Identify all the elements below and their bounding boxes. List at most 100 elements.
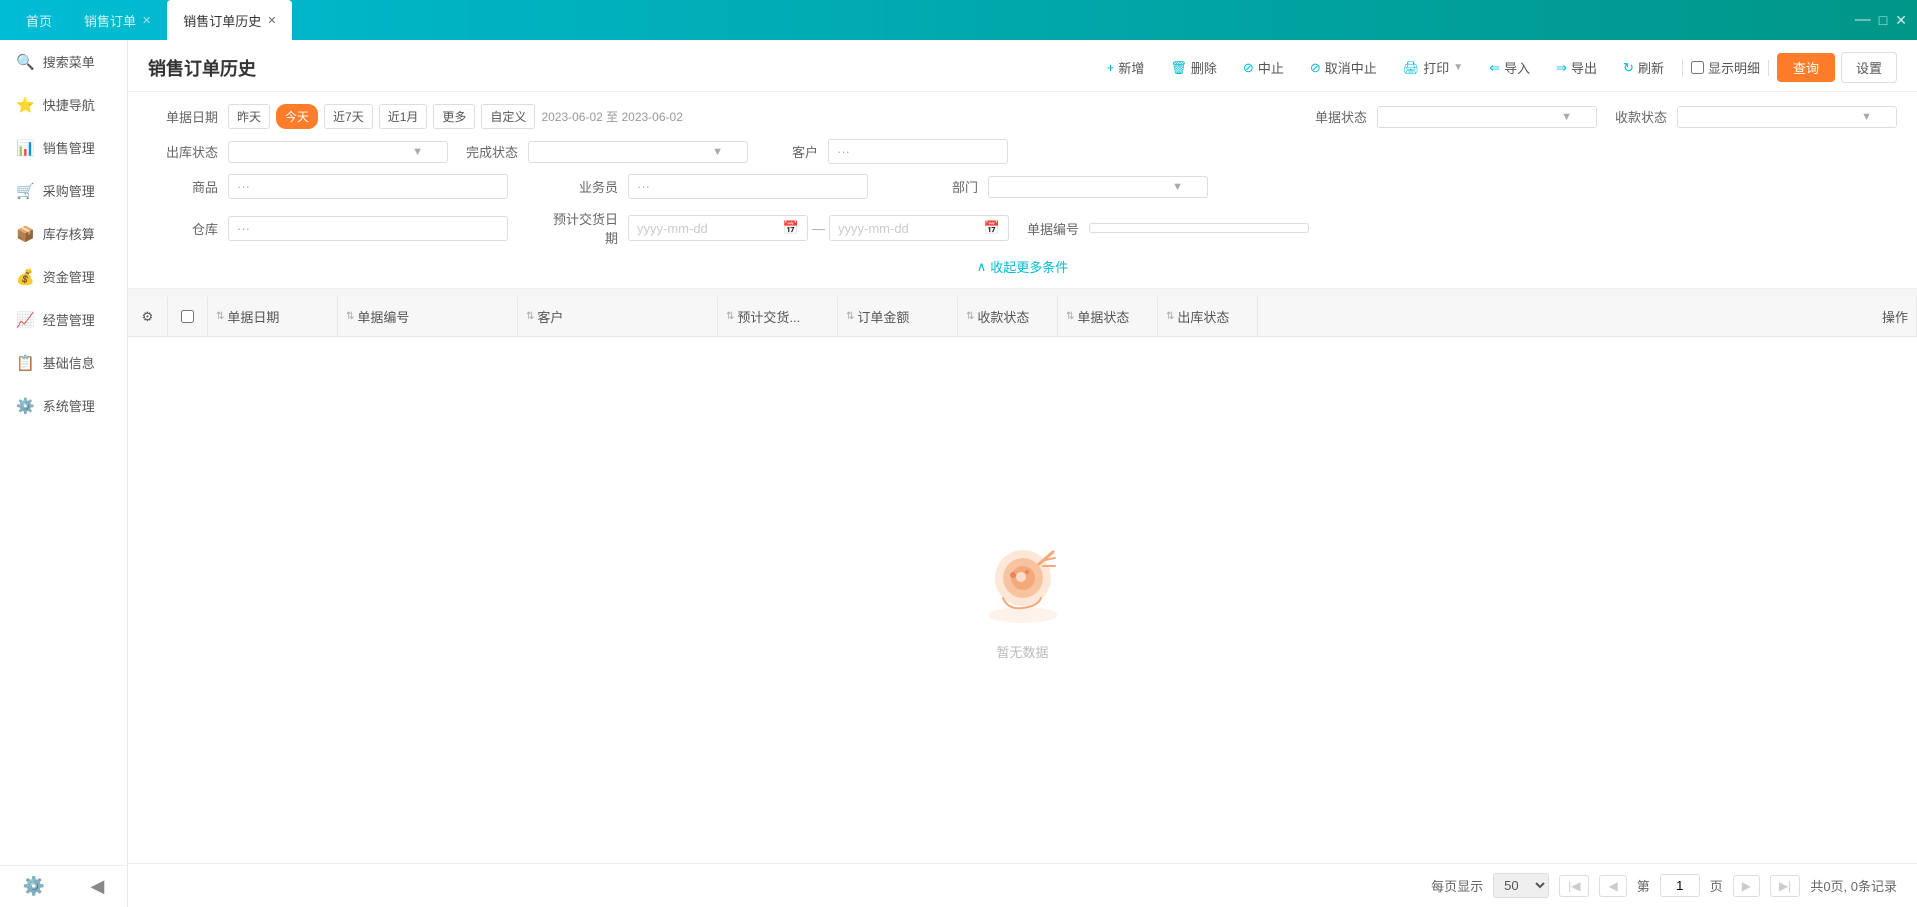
date-1month-btn[interactable]: 近1月 bbox=[379, 104, 428, 129]
calendar-start-icon[interactable]: 📅 bbox=[783, 220, 799, 236]
tab-sales-order-close[interactable]: ✕ bbox=[142, 14, 151, 27]
cancel-stop-icon: ⊘ bbox=[1310, 60, 1321, 76]
window-minimize-icon[interactable]: — bbox=[1855, 11, 1871, 29]
export-button[interactable]: ⇒ 导出 bbox=[1546, 53, 1607, 82]
th-amount[interactable]: ⇅ 订单金额 bbox=[838, 297, 958, 336]
tab-sales-order-history-close[interactable]: ✕ bbox=[267, 14, 276, 27]
per-page-select[interactable]: 50 100 200 bbox=[1493, 873, 1549, 898]
filter-row-2: 出库状态 ▼ 完成状态 ▼ 客户 ··· bbox=[148, 139, 1897, 164]
prev-page-button[interactable]: ◀ bbox=[1599, 875, 1626, 897]
top-bar-right: — □ ✕ bbox=[1855, 11, 1907, 29]
complete-label: 完成状态 bbox=[448, 142, 528, 161]
window-maximize-icon[interactable]: □ bbox=[1879, 12, 1887, 28]
complete-select[interactable]: ▼ bbox=[528, 141, 748, 163]
bill-status-control[interactable]: ▼ bbox=[1377, 106, 1597, 128]
empty-text: 暂无数据 bbox=[996, 642, 1048, 661]
first-page-button[interactable]: |◀ bbox=[1559, 875, 1589, 897]
sidebar-item-quick-nav-label: 快捷导航 bbox=[43, 95, 95, 114]
sort-icon-2: ⇅ bbox=[346, 311, 354, 322]
payment-status-select[interactable]: ▼ bbox=[1677, 106, 1897, 128]
tab-home-label: 首页 bbox=[26, 11, 52, 30]
window-close-icon[interactable]: ✕ bbox=[1895, 12, 1907, 29]
th-payment[interactable]: ⇅ 收款状态 bbox=[958, 297, 1058, 336]
cancel-stop-button[interactable]: ⊘ 取消中止 bbox=[1300, 53, 1387, 82]
stop-button[interactable]: ⊘ 中止 bbox=[1233, 53, 1294, 82]
bill-number-input[interactable] bbox=[1089, 223, 1309, 233]
top-bar: 首页 销售订单 ✕ 销售订单历史 ✕ — □ ✕ bbox=[0, 0, 1917, 40]
sort-icon-5: ⇅ bbox=[846, 311, 854, 322]
calendar-end-icon[interactable]: 📅 bbox=[984, 220, 1000, 236]
date-7days-btn[interactable]: 近7天 bbox=[324, 104, 373, 129]
import-button[interactable]: ⇐ 导入 bbox=[1479, 53, 1540, 82]
settings-bottom-icon[interactable]: ⚙️ bbox=[23, 876, 45, 897]
next-page-button[interactable]: ▶ bbox=[1733, 875, 1760, 897]
sidebar-item-purchase[interactable]: 🛒 采购管理 bbox=[0, 169, 127, 212]
date-more-btn[interactable]: 更多 bbox=[433, 104, 475, 129]
th-checkbox[interactable] bbox=[168, 297, 208, 336]
th-status-label: 单据状态 bbox=[1077, 307, 1129, 326]
cancel-stop-label: 取消中止 bbox=[1325, 58, 1377, 77]
main-layout: 🔍 搜索菜单 ⭐ 快捷导航 📊 销售管理 🛒 采购管理 📦 库存核算 💰 资金管… bbox=[0, 40, 1917, 907]
select-all-checkbox[interactable] bbox=[181, 310, 194, 323]
tab-home[interactable]: 首页 bbox=[10, 0, 68, 40]
th-number[interactable]: ⇅ 单据编号 bbox=[338, 297, 518, 336]
page-number-input[interactable] bbox=[1660, 874, 1700, 897]
th-settings[interactable]: ⚙ bbox=[128, 297, 168, 336]
salesperson-input[interactable]: ··· bbox=[628, 174, 868, 199]
stop-label: 中止 bbox=[1258, 58, 1284, 77]
customer-input[interactable]: ··· bbox=[828, 139, 1008, 164]
new-button[interactable]: + 新增 bbox=[1097, 53, 1155, 82]
date-filter-control: 昨天 今天 近7天 近1月 更多 自定义 2023-06-02 至 2023-0… bbox=[228, 104, 1297, 129]
delivery-end-input[interactable]: yyyy-mm-dd 📅 bbox=[829, 215, 1009, 241]
bill-status-select[interactable]: ▼ bbox=[1377, 106, 1597, 128]
th-date[interactable]: ⇅ 单据日期 bbox=[208, 297, 338, 336]
date-custom-btn[interactable]: 自定义 bbox=[481, 104, 535, 129]
th-customer[interactable]: ⇅ 客户 bbox=[518, 297, 718, 336]
sidebar-item-quick-nav[interactable]: ⭐ 快捷导航 bbox=[0, 83, 127, 126]
date-range-value: 2023-06-02 至 2023-06-02 bbox=[541, 108, 682, 125]
setting-button[interactable]: 设置 bbox=[1841, 52, 1897, 83]
th-amount-label: 订单金额 bbox=[857, 307, 909, 326]
sidebar-item-finance[interactable]: 💰 资金管理 bbox=[0, 255, 127, 298]
th-outbound[interactable]: ⇅ 出库状态 bbox=[1158, 297, 1258, 336]
warehouse-input[interactable]: ··· bbox=[228, 216, 508, 241]
goods-label: 商品 bbox=[148, 177, 228, 196]
date-yesterday-btn[interactable]: 昨天 bbox=[228, 104, 270, 129]
th-status[interactable]: ⇅ 单据状态 bbox=[1058, 297, 1158, 336]
collapse-row[interactable]: ∧ 收起更多条件 bbox=[148, 257, 1897, 276]
sidebar-item-system[interactable]: ⚙️ 系统管理 bbox=[0, 384, 127, 427]
delete-button[interactable]: 🗑 删除 bbox=[1160, 53, 1227, 82]
query-button[interactable]: 查询 bbox=[1777, 53, 1835, 82]
customer-label: 客户 bbox=[748, 142, 828, 161]
outbound-select[interactable]: ▼ bbox=[228, 141, 448, 163]
sidebar-item-inventory[interactable]: 📦 库存核算 bbox=[0, 212, 127, 255]
sidebar-item-search[interactable]: 🔍 搜索菜单 bbox=[0, 40, 127, 83]
salesperson-label: 业务员 bbox=[548, 177, 628, 196]
filter-row-3: 商品 ··· 业务员 ··· 部门 ▼ bbox=[148, 174, 1897, 199]
print-icon: 🖨 bbox=[1403, 60, 1420, 76]
th-delivery[interactable]: ⇅ 预计交货... bbox=[718, 297, 838, 336]
delivery-start-input[interactable]: yyyy-mm-dd 📅 bbox=[628, 215, 808, 241]
goods-more-icon: ··· bbox=[237, 179, 250, 194]
department-select[interactable]: ▼ bbox=[988, 176, 1208, 198]
last-page-button[interactable]: ▶| bbox=[1770, 875, 1800, 897]
delivery-end-value: yyyy-mm-dd bbox=[838, 221, 909, 236]
toolbar: + 新增 🗑 删除 ⊘ 中止 ⊘ 取消中止 🖨 打印 bbox=[1097, 52, 1897, 83]
date-today-btn[interactable]: 今天 bbox=[276, 104, 318, 129]
sidebar-item-basic-info[interactable]: 📋 基础信息 bbox=[0, 341, 127, 384]
total-text: 共0页, 0条记录 bbox=[1810, 876, 1897, 895]
sidebar-item-sales[interactable]: 📊 销售管理 bbox=[0, 126, 127, 169]
tab-sales-order[interactable]: 销售订单 ✕ bbox=[68, 0, 167, 40]
goods-input[interactable]: ··· bbox=[228, 174, 508, 199]
sidebar-bottom: ⚙️ ◀ bbox=[0, 865, 127, 907]
tab-sales-order-history[interactable]: 销售订单历史 ✕ bbox=[167, 0, 292, 40]
bill-status-label: 单据状态 bbox=[1297, 107, 1377, 126]
show-detail-checkbox-label[interactable]: 显示明细 bbox=[1691, 58, 1760, 77]
sidebar-item-basic-info-label: 基础信息 bbox=[43, 353, 95, 372]
collapse-sidebar-icon[interactable]: ◀ bbox=[90, 876, 104, 897]
refresh-button[interactable]: ↻ 刷新 bbox=[1613, 53, 1674, 82]
sidebar-item-operation[interactable]: 📈 经营管理 bbox=[0, 298, 127, 341]
print-button[interactable]: 🖨 打印 ▼ bbox=[1393, 53, 1473, 82]
delivery-date-control: yyyy-mm-dd 📅 — yyyy-mm-dd 📅 bbox=[628, 215, 1009, 241]
show-detail-checkbox[interactable] bbox=[1691, 61, 1704, 74]
